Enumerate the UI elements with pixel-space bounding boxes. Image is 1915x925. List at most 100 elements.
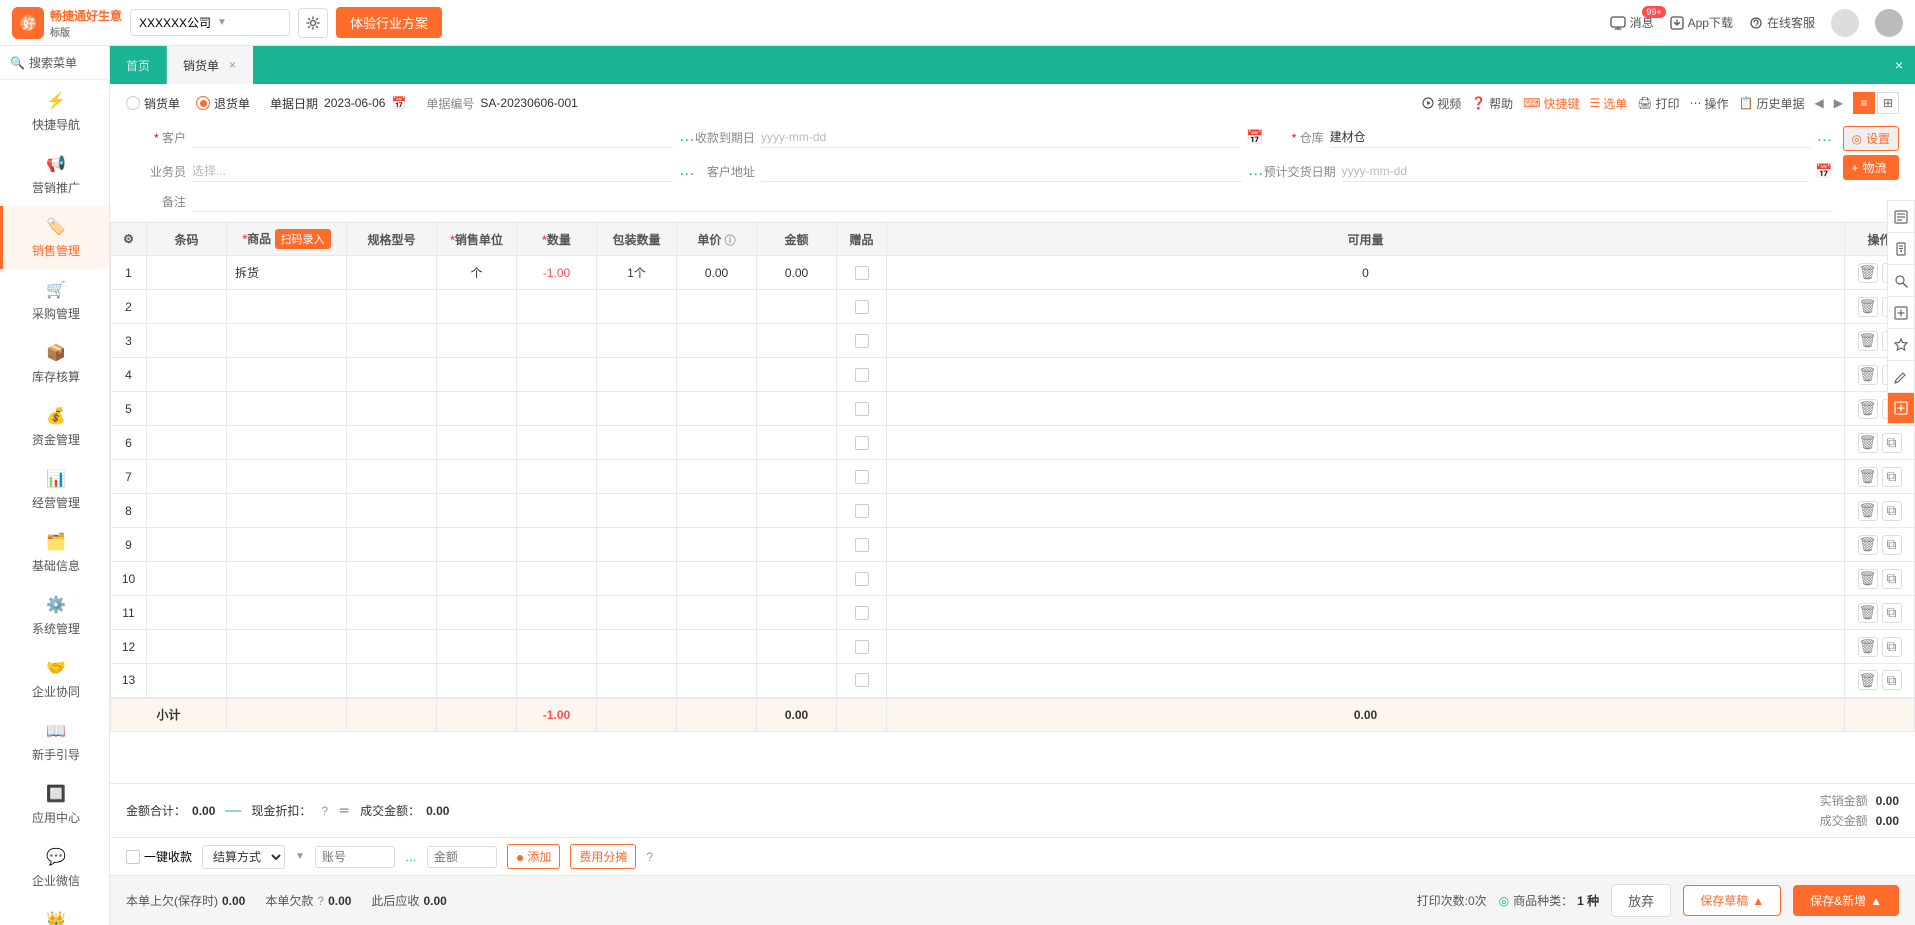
sidebar-item-kucun[interactable]: 📦 库存核算 [0,332,109,395]
radio-return[interactable]: 退货单 [196,95,250,112]
sidebar-item-jingying[interactable]: 📊 经营管理 [0,458,109,521]
row-spec[interactable] [347,562,437,596]
row-spec[interactable] [347,528,437,562]
action-shortcut[interactable]: ⌨ 快捷键 [1523,95,1579,112]
quick-pay-checkbox[interactable]: 一键收款 [126,848,192,865]
salesman-dots[interactable]: … [679,162,695,180]
account-dots[interactable]: … [405,850,417,864]
row-delete-icon[interactable]: 🗑 [1858,297,1878,317]
warehouse-value[interactable]: 建材仓 [1330,126,1811,148]
action-help[interactable]: ❓ 帮助 [1471,95,1513,112]
row-amount[interactable] [757,562,837,596]
row-amount[interactable] [757,426,837,460]
row-barcode[interactable] [147,392,227,426]
sidebar-item-xinshou[interactable]: 📖 新手引导 [0,710,109,773]
row-spec[interactable] [347,630,437,664]
row-price[interactable] [677,596,757,630]
nav-prev-icon[interactable]: ◀ [1815,96,1824,110]
row-pkg-qty[interactable] [597,426,677,460]
row-delete-icon[interactable]: 🗑 [1858,670,1878,690]
row-amount[interactable] [757,528,837,562]
row-qty[interactable] [517,596,597,630]
row-qty[interactable] [517,358,597,392]
sidebar-item-xitong[interactable]: ⚙️ 系统管理 [0,584,109,647]
amount-input[interactable] [427,846,497,868]
row-price[interactable] [677,562,757,596]
row-product[interactable] [227,630,347,664]
row-barcode[interactable] [147,426,227,460]
row-barcode[interactable] [147,528,227,562]
customer-addr-value[interactable] [761,160,1242,182]
row-price[interactable]: 0.00 [677,256,757,290]
row-gift[interactable] [837,392,887,426]
tab-bar-close-icon[interactable]: × [1895,57,1903,73]
row-gift[interactable] [837,664,887,698]
row-pkg-qty[interactable] [597,358,677,392]
row-product[interactable] [227,528,347,562]
row-gift[interactable] [837,562,887,596]
row-qty[interactable] [517,290,597,324]
row-price[interactable] [677,392,757,426]
rf-item-1[interactable] [1887,200,1915,232]
tab-sales-order[interactable]: 销货单 × [167,46,253,84]
row-unit[interactable] [437,392,517,426]
row-spec[interactable] [347,426,437,460]
row-delete-icon[interactable]: 🗑 [1858,263,1878,283]
app-download-item[interactable]: App下载 [1670,14,1733,31]
calendar-icon[interactable]: 📅 [391,96,406,110]
row-gift[interactable] [837,596,887,630]
row-delete-icon[interactable]: 🗑 [1858,331,1878,351]
sidebar-item-yingyong[interactable]: 🔲 应用中心 [0,773,109,836]
row-amount[interactable]: 0.00 [757,256,837,290]
avatar[interactable] [1831,9,1859,37]
expected-date-value[interactable]: yyyy-mm-dd [1342,160,1809,182]
row-pkg-qty[interactable] [597,460,677,494]
sidebar-item-yingxiao[interactable]: 📢 营销推广 [0,143,109,206]
col-settings[interactable]: ⚙ [111,223,147,256]
tab-home[interactable]: 首页 [110,46,167,84]
salesman-value[interactable]: 选择... [192,160,673,182]
row-unit[interactable] [437,426,517,460]
payment-method-select[interactable]: 结算方式 [202,845,285,869]
action-ops[interactable]: ⋯ 操作 [1690,95,1729,112]
row-barcode[interactable] [147,460,227,494]
sidebar-item-zijin[interactable]: 💰 资金管理 [0,395,109,458]
row-gift[interactable] [837,630,887,664]
row-spec[interactable] [347,664,437,698]
row-delete-icon[interactable]: 🗑 [1858,637,1878,657]
row-unit[interactable]: 个 [437,256,517,290]
row-spec[interactable] [347,324,437,358]
row-product[interactable]: 拆货 [227,256,347,290]
row-spec[interactable] [347,460,437,494]
row-price[interactable] [677,426,757,460]
row-amount[interactable] [757,494,837,528]
action-history[interactable]: 📋 历史单据 [1739,95,1805,112]
row-delete-icon[interactable]: 🗑 [1858,365,1878,385]
row-qty[interactable] [517,630,597,664]
rf-item-7[interactable] [1887,392,1915,424]
row-amount[interactable] [757,358,837,392]
warehouse-dots[interactable]: … [1816,128,1832,146]
table-settings-icon[interactable]: ⚙ [123,232,134,246]
row-unit[interactable] [437,596,517,630]
row-barcode[interactable] [147,324,227,358]
row-copy-icon[interactable]: ⧉ [1882,569,1902,589]
row-product[interactable] [227,324,347,358]
row-product[interactable] [227,562,347,596]
row-delete-icon[interactable]: 🗑 [1858,433,1878,453]
row-spec[interactable] [347,494,437,528]
row-qty[interactable] [517,460,597,494]
row-gift[interactable] [837,256,887,290]
question-icon[interactable]: ? [321,804,328,818]
row-product[interactable] [227,664,347,698]
rf-item-2[interactable] [1887,232,1915,264]
row-delete-icon[interactable]: 🗑 [1858,569,1878,589]
rf-item-3[interactable] [1887,264,1915,296]
row-barcode[interactable] [147,290,227,324]
remark-value[interactable] [192,190,1833,212]
row-pkg-qty[interactable] [597,528,677,562]
row-copy-icon[interactable]: ⧉ [1882,501,1902,521]
view-list-icon[interactable]: ≡ [1853,92,1875,114]
row-delete-icon[interactable]: 🗑 [1858,535,1878,555]
abandon-btn[interactable]: 放弃 [1611,884,1671,917]
